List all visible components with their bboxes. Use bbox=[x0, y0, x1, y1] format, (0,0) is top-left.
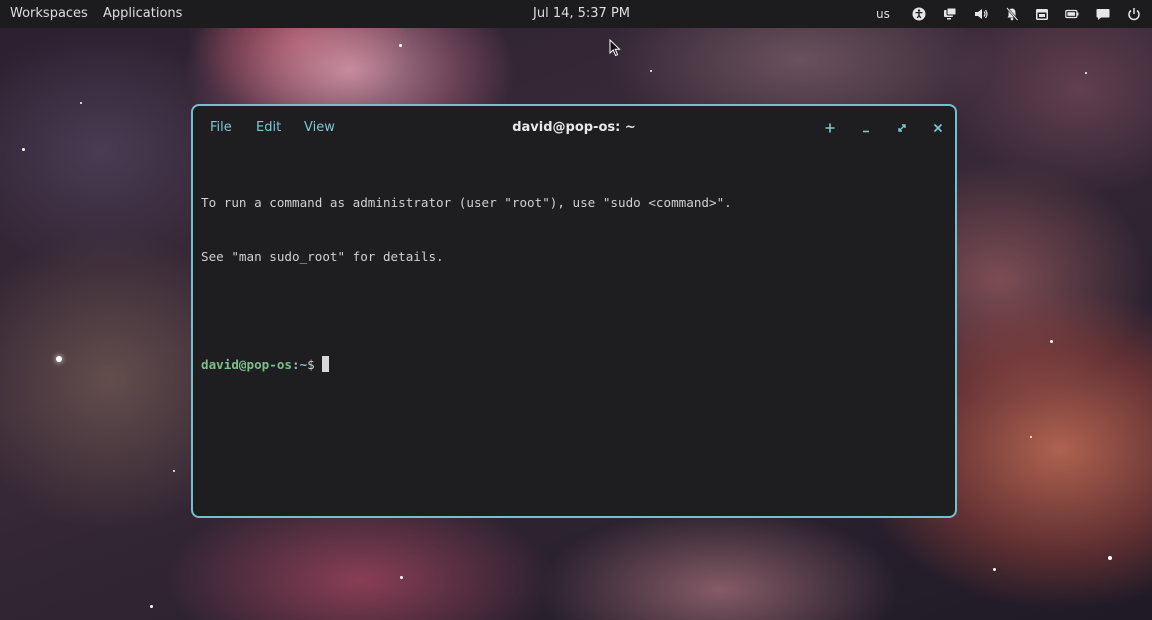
chat-icon[interactable] bbox=[1096, 7, 1110, 21]
star bbox=[173, 470, 175, 472]
maximize-button[interactable] bbox=[895, 121, 909, 135]
prompt-symbol: $ bbox=[307, 357, 315, 372]
star bbox=[399, 44, 402, 47]
star bbox=[22, 148, 25, 151]
terminal-prompt-line[interactable]: david@pop-os:~$ bbox=[201, 356, 947, 374]
mouse-pointer-icon bbox=[609, 39, 621, 57]
workspaces-button[interactable]: Workspaces bbox=[10, 0, 88, 28]
prompt-user: david@pop-os bbox=[201, 357, 292, 372]
new-tab-button[interactable] bbox=[823, 121, 837, 135]
new-tab-icon bbox=[825, 123, 835, 133]
star bbox=[150, 605, 153, 608]
volume-icon[interactable] bbox=[974, 7, 988, 21]
text-cursor bbox=[321, 356, 329, 372]
star bbox=[1085, 72, 1087, 74]
minimize-icon bbox=[863, 130, 869, 133]
star bbox=[1108, 556, 1112, 560]
battery-icon[interactable] bbox=[1065, 7, 1079, 21]
display-icon[interactable] bbox=[943, 7, 957, 21]
applications-button[interactable]: Applications bbox=[103, 0, 182, 28]
clock-button[interactable]: Jul 14, 5:37 PM bbox=[533, 0, 630, 28]
window-title: david@pop-os: ~ bbox=[512, 120, 636, 135]
terminal-output[interactable]: To run a command as administrator (user … bbox=[201, 158, 947, 508]
terminal-output-line: See "man sudo_root" for details. bbox=[201, 249, 444, 264]
calendar-icon[interactable] bbox=[1035, 7, 1049, 21]
close-button[interactable] bbox=[931, 121, 945, 135]
accessibility-icon[interactable] bbox=[912, 7, 926, 21]
minimize-button[interactable] bbox=[859, 121, 873, 135]
terminal-headerbar[interactable]: File Edit View david@pop-os: ~ bbox=[193, 106, 955, 152]
star bbox=[56, 356, 62, 362]
top-panel: Workspaces Applications Jul 14, 5:37 PM … bbox=[0, 0, 1152, 28]
star bbox=[650, 70, 652, 72]
notifications-off-icon[interactable] bbox=[1005, 7, 1019, 21]
prompt-path: :~ bbox=[292, 357, 308, 372]
star bbox=[400, 576, 403, 579]
terminal-window[interactable]: File Edit View david@pop-os: ~ To run a … bbox=[191, 104, 957, 518]
maximize-icon bbox=[898, 124, 906, 132]
star bbox=[993, 568, 996, 571]
star bbox=[1050, 340, 1053, 343]
keyboard-layout-indicator[interactable]: us bbox=[876, 0, 890, 28]
close-icon bbox=[933, 123, 943, 133]
terminal-output-line: To run a command as administrator (user … bbox=[201, 195, 732, 210]
star bbox=[80, 102, 82, 104]
star bbox=[1030, 436, 1032, 438]
power-icon[interactable] bbox=[1127, 7, 1141, 21]
